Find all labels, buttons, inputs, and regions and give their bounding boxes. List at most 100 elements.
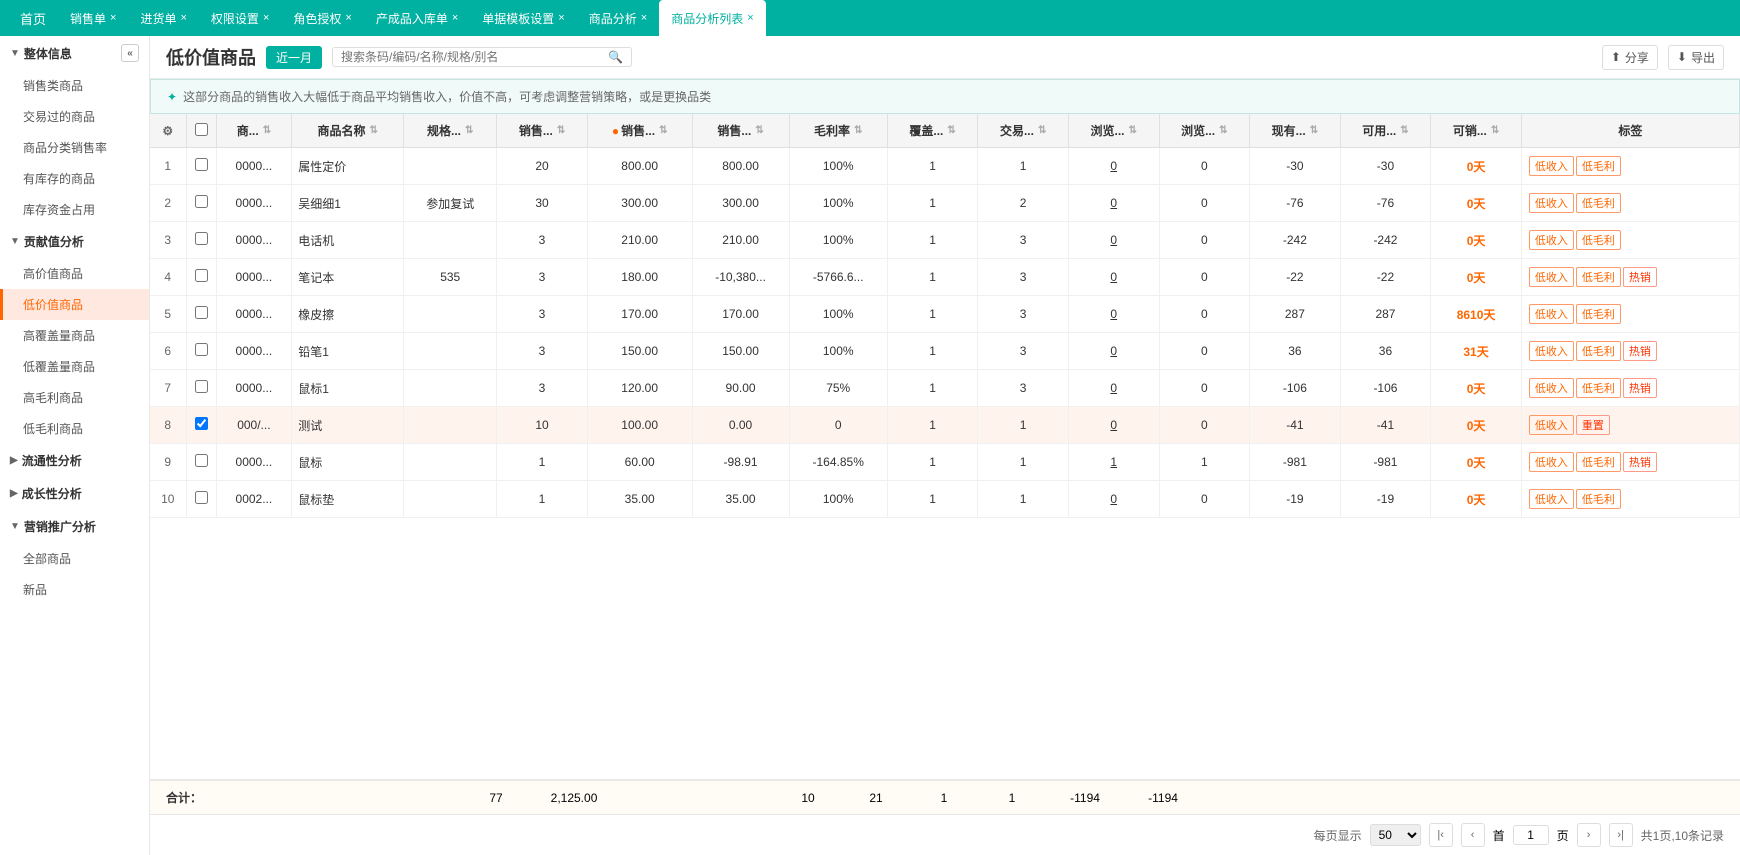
filter-button[interactable]: 近一月 [266, 46, 322, 69]
nav-permissions-close[interactable]: × [263, 12, 269, 24]
nav-products-inbound-close[interactable]: × [452, 12, 458, 24]
search-box[interactable]: 🔍 [332, 47, 632, 67]
cell-checkbox[interactable] [186, 444, 216, 481]
cell-checkbox[interactable] [186, 370, 216, 407]
cell-views1[interactable]: 0 [1068, 185, 1159, 222]
nav-product-analysis-list-close[interactable]: × [747, 12, 753, 24]
sidebar-item-stock-goods[interactable]: 有库存的商品 [0, 163, 149, 194]
sidebar-item-high-margin[interactable]: 高毛利商品 [0, 382, 149, 413]
col-trades[interactable]: 交易...⇅ [978, 114, 1069, 148]
col-sales-cost[interactable]: 销售...⇅ [692, 114, 789, 148]
row-checkbox[interactable] [195, 232, 208, 245]
col-spec[interactable]: 规格...⇅ [404, 114, 497, 148]
cell-views1[interactable]: 0 [1068, 222, 1159, 259]
row-checkbox[interactable] [195, 417, 208, 430]
views1-link[interactable]: 0 [1110, 381, 1117, 395]
cell-views1[interactable]: 0 [1068, 333, 1159, 370]
cell-checkbox[interactable] [186, 185, 216, 222]
nav-permissions[interactable]: 权限设置 × [199, 0, 281, 36]
col-sellable[interactable]: 可销...⇅ [1431, 114, 1522, 148]
sidebar-item-traded-goods[interactable]: 交易过的商品 [0, 101, 149, 132]
col-sales-price[interactable]: ●销售...⇅ [587, 114, 692, 148]
row-checkbox[interactable] [195, 343, 208, 356]
views1-link[interactable]: 0 [1110, 307, 1117, 321]
col-coverage[interactable]: 覆盖...⇅ [887, 114, 978, 148]
row-checkbox[interactable] [195, 454, 208, 467]
sidebar-item-all-goods[interactable]: 全部商品 [0, 543, 149, 574]
sidebar-item-sales-goods[interactable]: 销售类商品 [0, 70, 149, 101]
page-size-select[interactable]: 50 100 200 [1370, 824, 1421, 846]
col-code[interactable]: 商...⇅ [216, 114, 292, 148]
first-page-button[interactable]: |‹ [1429, 823, 1453, 847]
cell-views1[interactable]: 0 [1068, 481, 1159, 518]
row-checkbox[interactable] [195, 269, 208, 282]
sidebar-group-overall[interactable]: ▼ 整体信息 « [0, 36, 149, 70]
sidebar-item-high-coverage[interactable]: 高覆盖量商品 [0, 320, 149, 351]
nav-roles[interactable]: 角色授权 × [281, 0, 363, 36]
sidebar-item-category-sales-rate[interactable]: 商品分类销售率 [0, 132, 149, 163]
sidebar-item-low-coverage[interactable]: 低覆盖量商品 [0, 351, 149, 382]
row-checkbox[interactable] [195, 306, 208, 319]
row-checkbox[interactable] [195, 380, 208, 393]
nav-template-settings[interactable]: 单据模板设置 × [470, 0, 576, 36]
sidebar-group-contribution[interactable]: ▼ 贡献值分析 [0, 225, 149, 258]
views1-link[interactable]: 0 [1110, 196, 1117, 210]
nav-purchase-close[interactable]: × [180, 12, 186, 24]
table-container[interactable]: ⚙ 商...⇅ 商品名称⇅ 规格...⇅ 销售...⇅ ●销售...⇅ 销售..… [150, 114, 1740, 779]
nav-sales-close[interactable]: × [110, 12, 116, 24]
views1-link[interactable]: 0 [1110, 492, 1117, 506]
nav-roles-close[interactable]: × [345, 12, 351, 24]
views1-link[interactable]: 0 [1110, 344, 1117, 358]
nav-home[interactable]: 首页 [8, 0, 58, 36]
cell-checkbox[interactable] [186, 259, 216, 296]
views1-link[interactable]: 1 [1110, 455, 1117, 469]
cell-checkbox[interactable] [186, 333, 216, 370]
page-number-input[interactable] [1513, 825, 1549, 845]
sidebar-group-circulation[interactable]: ▶ 流通性分析 [0, 444, 149, 477]
nav-sales[interactable]: 销售单 × [58, 0, 128, 36]
nav-product-analysis-close[interactable]: × [641, 12, 647, 24]
cell-checkbox[interactable] [186, 296, 216, 333]
cell-views1[interactable]: 0 [1068, 370, 1159, 407]
row-checkbox[interactable] [195, 195, 208, 208]
share-button[interactable]: ⬆ 分享 [1602, 45, 1658, 70]
row-checkbox[interactable] [195, 158, 208, 171]
col-views1[interactable]: 浏览...⇅ [1068, 114, 1159, 148]
export-button[interactable]: ⬇ 导出 [1668, 45, 1724, 70]
col-settings[interactable]: ⚙ [150, 114, 186, 148]
sidebar-item-new-goods[interactable]: 新品 [0, 574, 149, 605]
settings-icon[interactable]: ⚙ [162, 124, 173, 138]
sidebar-group-marketing[interactable]: ▼ 营销推广分析 [0, 510, 149, 543]
sidebar-group-growth[interactable]: ▶ 成长性分析 [0, 477, 149, 510]
search-icon[interactable]: 🔍 [608, 50, 623, 64]
prev-page-button[interactable]: ‹ [1461, 823, 1485, 847]
col-gross-rate[interactable]: 毛利率⇅ [789, 114, 887, 148]
cell-checkbox[interactable] [186, 148, 216, 185]
col-views2[interactable]: 浏览...⇅ [1159, 114, 1250, 148]
sidebar-item-low-value[interactable]: 低价值商品 [0, 289, 149, 320]
col-checkbox[interactable] [186, 114, 216, 148]
nav-products-inbound[interactable]: 产成品入库单 × [364, 0, 470, 36]
search-input[interactable] [341, 50, 608, 64]
views1-link[interactable]: 0 [1110, 233, 1117, 247]
views1-link[interactable]: 0 [1110, 270, 1117, 284]
group-collapse-overall[interactable]: « [121, 44, 139, 62]
cell-views1[interactable]: 0 [1068, 148, 1159, 185]
cell-views1[interactable]: 0 [1068, 296, 1159, 333]
col-stock-avail[interactable]: 可用...⇅ [1340, 114, 1431, 148]
sidebar-item-high-value[interactable]: 高价值商品 [0, 258, 149, 289]
nav-template-settings-close[interactable]: × [558, 12, 564, 24]
select-all-checkbox[interactable] [195, 123, 208, 136]
nav-product-analysis[interactable]: 商品分析 × [577, 0, 659, 36]
sidebar-item-stock-capital[interactable]: 库存资金占用 [0, 194, 149, 225]
sidebar-item-low-margin[interactable]: 低毛利商品 [0, 413, 149, 444]
nav-purchase[interactable]: 进货单 × [128, 0, 198, 36]
last-page-button[interactable]: ›| [1609, 823, 1633, 847]
col-name[interactable]: 商品名称⇅ [292, 114, 404, 148]
col-sales-qty[interactable]: 销售...⇅ [497, 114, 588, 148]
cell-checkbox[interactable] [186, 481, 216, 518]
col-stock-cur[interactable]: 现有...⇅ [1250, 114, 1341, 148]
views1-link[interactable]: 0 [1110, 159, 1117, 173]
nav-product-analysis-list[interactable]: 商品分析列表 × [659, 0, 765, 36]
cell-checkbox[interactable] [186, 222, 216, 259]
